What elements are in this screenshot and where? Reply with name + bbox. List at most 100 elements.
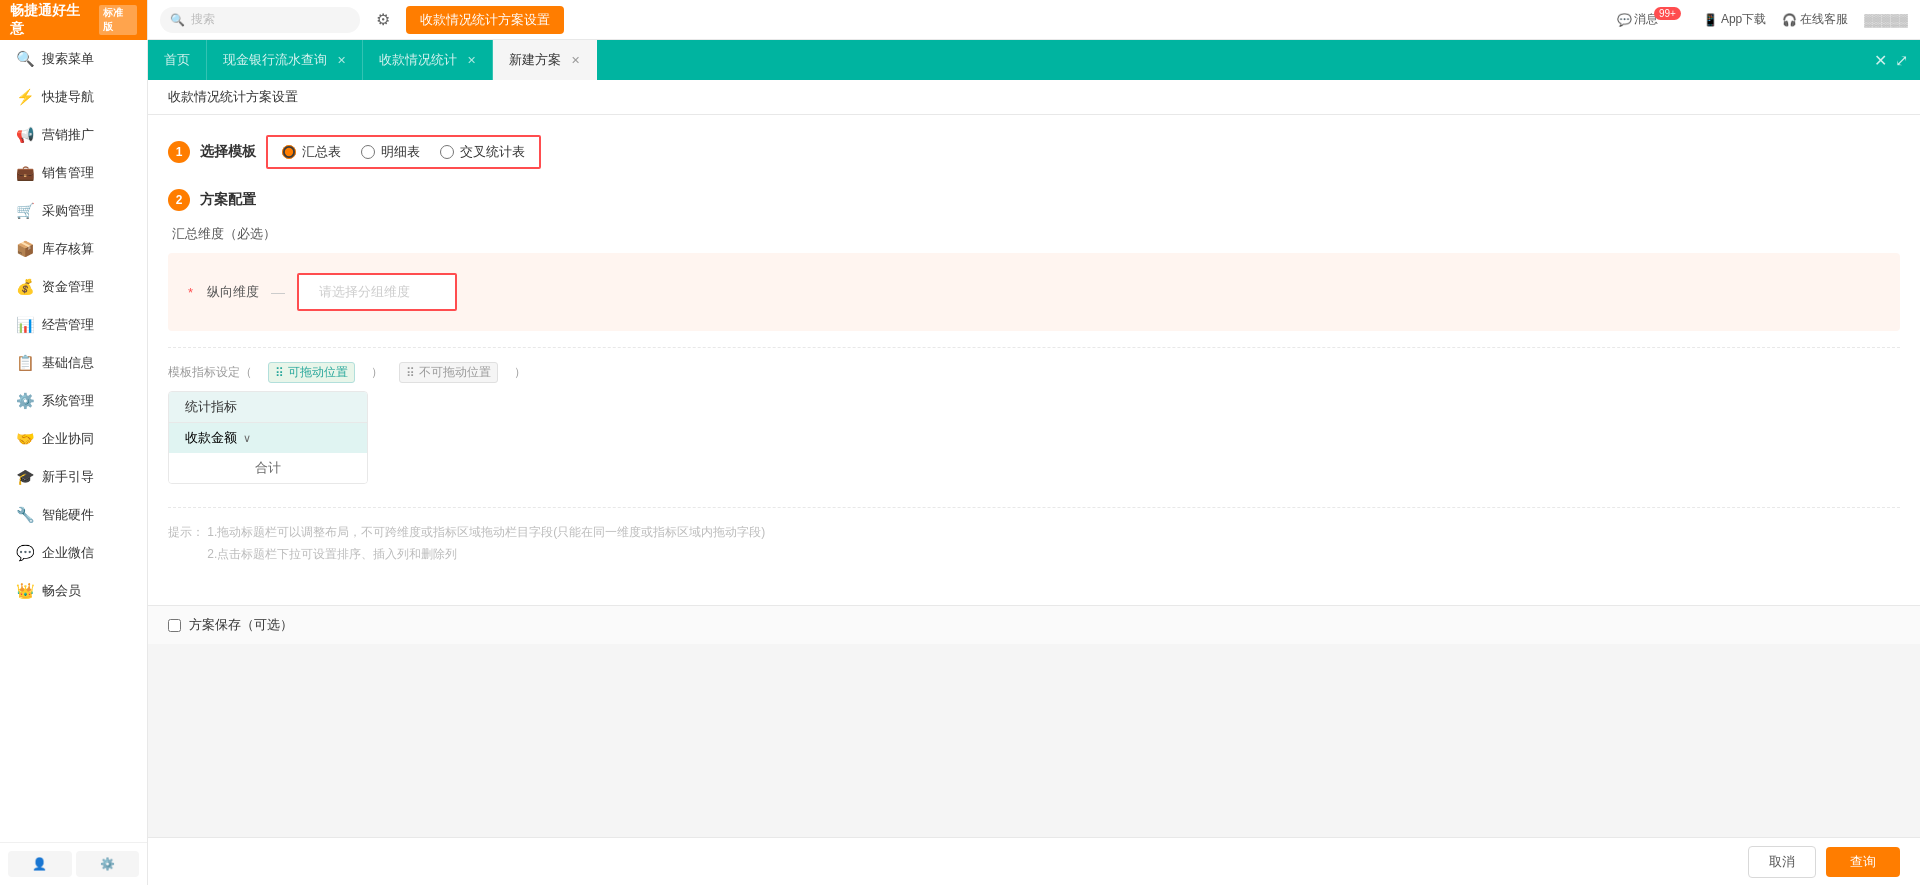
cancel-button[interactable]: 取消	[1748, 846, 1816, 878]
non-draggable-badge: ⠿ 不可拖动位置	[399, 362, 498, 383]
main-content: 🔍 搜索 ⚙ 收款情况统计方案设置 💬 消息 99+ 📱 App下载 🎧 在线客…	[148, 0, 1920, 885]
sidebar-item-10[interactable]: 🤝 企业协同	[0, 420, 147, 458]
tab-label-2: 收款情况统计	[379, 51, 457, 69]
tab-0[interactable]: 首页	[148, 40, 207, 80]
sidebar-settings-btn[interactable]: ⚙️	[76, 851, 140, 877]
sidebar-item-11[interactable]: 🎓新手引导	[0, 458, 147, 496]
sidebar-label-13: 企业微信	[42, 544, 94, 562]
close-all-icon[interactable]: ✕	[1874, 51, 1887, 70]
sidebar-icon-10: 🤝	[16, 430, 34, 448]
metrics-sep: ）	[371, 364, 383, 381]
radio-summary-label: 汇总表	[302, 143, 341, 161]
tab-1[interactable]: 现金银行流水查询 ✕	[207, 40, 363, 80]
sidebar-bottom: 👤 ⚙️	[0, 842, 147, 885]
radio-cross-input[interactable]	[440, 145, 454, 159]
step1-badge: 1	[168, 141, 190, 163]
sidebar-label-0: 搜索菜单	[42, 50, 94, 68]
sidebar-item-12[interactable]: 🔧 智能硬件	[0, 496, 147, 534]
sidebar-icon-6: 💰	[16, 278, 34, 296]
sidebar-label-10: 企业协同	[42, 430, 94, 448]
sidebar-label-4: 采购管理	[42, 202, 94, 220]
dimension-area: * 纵向维度 — 请选择分组维度	[168, 253, 1900, 331]
draggable-badge: ⠿ 可拖动位置	[268, 362, 355, 383]
dimension-row-label: 纵向维度	[207, 283, 259, 301]
tab-label-3: 新建方案	[509, 51, 561, 69]
metrics-label: 模板指标设定（	[168, 364, 252, 381]
sidebar-item-3[interactable]: 💼销售管理	[0, 154, 147, 192]
step2-badge: 2	[168, 189, 190, 211]
sidebar-icon-7: 📊	[16, 316, 34, 334]
dimension-title: 汇总维度（必选）	[172, 225, 1900, 243]
search-icon: 🔍	[170, 13, 185, 27]
sidebar-label-2: 营销推广	[42, 126, 94, 144]
sidebar-label-12: 智能硬件	[42, 506, 94, 524]
sidebar-item-9[interactable]: ⚙️ 系统管理	[0, 382, 147, 420]
sidebar-item-2[interactable]: 📢营销推广	[0, 116, 147, 154]
save-checkbox[interactable]	[168, 619, 181, 632]
step2-title: 方案配置	[200, 191, 256, 209]
tab-close-2[interactable]: ✕	[467, 54, 476, 67]
col-header-label: 收款金额	[185, 429, 237, 447]
sidebar-icon-3: 💼	[16, 164, 34, 182]
tab-close-3[interactable]: ✕	[571, 54, 580, 67]
radio-summary[interactable]: 汇总表	[282, 143, 341, 161]
sidebar-icon-9: ⚙️	[16, 392, 34, 410]
app-download[interactable]: 📱 App下载	[1703, 11, 1766, 28]
step1-section: 1 选择模板 汇总表 明细表 交叉统计表	[168, 135, 1900, 169]
sidebar-label-8: 基础信息	[42, 354, 94, 372]
search-bar[interactable]: 🔍 搜索	[160, 7, 360, 33]
metrics-section: 模板指标设定（ ⠿ 可拖动位置 ） ⠿ 不可拖动位置 ）	[168, 347, 1900, 487]
sidebar-item-5[interactable]: 📦库存核算	[0, 230, 147, 268]
sidebar-label-7: 经营管理	[42, 316, 94, 334]
metrics-table: 统计指标 收款金额 ∨ 合计	[168, 391, 368, 484]
sidebar-item-1[interactable]: ⚡快捷导航	[0, 78, 147, 116]
hint1: 提示： 1.拖动标题栏可以调整布局，不可跨维度或指标区域拖动栏目字段(只能在同一…	[168, 522, 1900, 544]
header: 🔍 搜索 ⚙ 收款情况统计方案设置 💬 消息 99+ 📱 App下载 🎧 在线客…	[148, 0, 1920, 40]
tab-label-0: 首页	[164, 51, 190, 69]
radio-summary-input[interactable]	[282, 145, 296, 159]
sidebar-icon-14: 👑	[16, 582, 34, 600]
sidebar-item-6[interactable]: 💰资金管理	[0, 268, 147, 306]
sidebar-icon-5: 📦	[16, 240, 34, 258]
sidebar-item-0[interactable]: 🔍搜索菜单	[0, 40, 147, 78]
col-dropdown-arrow[interactable]: ∨	[243, 432, 251, 445]
sidebar-icon-11: 🎓	[16, 468, 34, 486]
settings-icon[interactable]: ⚙	[376, 10, 390, 29]
sidebar-item-4[interactable]: 🛒采购管理	[0, 192, 147, 230]
radio-detail[interactable]: 明细表	[361, 143, 420, 161]
metrics-col-header[interactable]: 收款金额 ∨	[169, 423, 367, 453]
radio-cross[interactable]: 交叉统计表	[440, 143, 525, 161]
step1-title: 选择模板	[200, 143, 256, 161]
save-section: 方案保存（可选）	[148, 605, 1920, 644]
tab-label-1: 现金银行流水查询	[223, 51, 327, 69]
save-label: 方案保存（可选）	[189, 616, 293, 634]
query-button[interactable]: 查询	[1826, 847, 1900, 877]
sidebar: 畅捷通好生意 标准版 🔍搜索菜单⚡快捷导航📢营销推广💼销售管理🛒采购管理📦库存核…	[0, 0, 148, 885]
expand-icon[interactable]: ⤢	[1895, 51, 1908, 70]
radio-cross-label: 交叉统计表	[460, 143, 525, 161]
tab-2[interactable]: 收款情况统计 ✕	[363, 40, 493, 80]
app-icon: 📱	[1703, 13, 1718, 27]
tab-close-1[interactable]: ✕	[337, 54, 346, 67]
sidebar-icon-8: 📋	[16, 354, 34, 372]
sidebar-icon-12: 🔧	[16, 506, 34, 524]
metrics-close-paren: ）	[514, 364, 526, 381]
sidebar-label-1: 快捷导航	[42, 88, 94, 106]
required-star: *	[188, 285, 193, 300]
service-icon: 🎧	[1782, 13, 1797, 27]
sidebar-item-14[interactable]: 👑 畅会员	[0, 572, 147, 610]
radio-detail-input[interactable]	[361, 145, 375, 159]
sidebar-item-7[interactable]: 📊 经营管理	[0, 306, 147, 344]
online-service[interactable]: 🎧 在线客服	[1782, 11, 1848, 28]
sidebar-label-9: 系统管理	[42, 392, 94, 410]
form-container: 1 选择模板 汇总表 明细表 交叉统计表	[148, 115, 1920, 605]
sidebar-profile-btn[interactable]: 👤	[8, 851, 72, 877]
radio-detail-label: 明细表	[381, 143, 420, 161]
dimension-select[interactable]: 请选择分组维度	[297, 273, 457, 311]
trial-btn[interactable]: 收款情况统计方案设置	[406, 6, 564, 34]
sidebar-item-8[interactable]: 📋 基础信息	[0, 344, 147, 382]
sidebar-label-14: 畅会员	[42, 582, 81, 600]
tab-3[interactable]: 新建方案 ✕	[493, 40, 597, 80]
hint-section: 提示： 1.拖动标题栏可以调整布局，不可跨维度或指标区域拖动栏目字段(只能在同一…	[168, 507, 1900, 565]
sidebar-item-13[interactable]: 💬企业微信	[0, 534, 147, 572]
